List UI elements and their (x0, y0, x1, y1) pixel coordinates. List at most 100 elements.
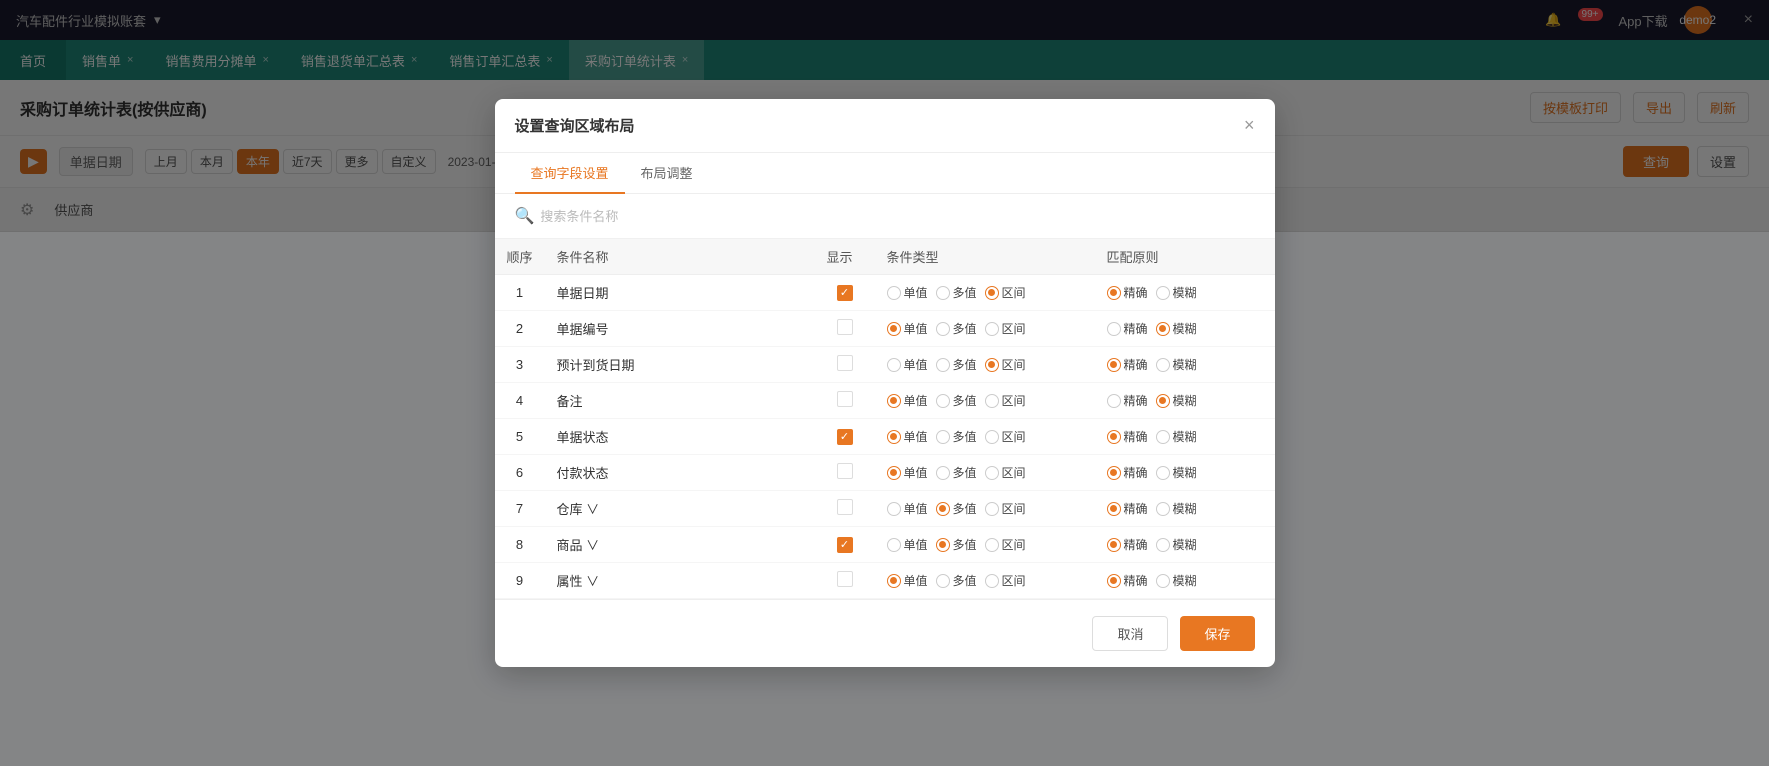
type-radio-区间[interactable]: 区间 (985, 500, 1026, 517)
match-radio-模糊[interactable]: 模糊 (1156, 428, 1197, 445)
type-radio-单值[interactable]: 单值 (887, 356, 928, 373)
radio-circle (1156, 538, 1170, 552)
type-radio-多值[interactable]: 多值 (936, 464, 977, 481)
radio-circle (936, 358, 950, 372)
row-display[interactable]: ✓ (815, 275, 875, 311)
modal-close-button[interactable]: × (1244, 115, 1255, 136)
col-header-name: 条件名称 (545, 239, 815, 275)
table-header-row: 顺序 条件名称 显示 条件类型 匹配原则 (495, 239, 1275, 275)
radio-circle (1107, 466, 1121, 480)
table-row: 3预计到货日期单值多值区间精确模糊 (495, 347, 1275, 383)
type-radio-多值[interactable]: 多值 (936, 392, 977, 409)
match-radio-精确[interactable]: 精确 (1107, 500, 1148, 517)
modal-tab-query[interactable]: 查询字段设置 (515, 153, 625, 194)
type-radio-区间[interactable]: 区间 (985, 536, 1026, 553)
match-radio-模糊[interactable]: 模糊 (1156, 464, 1197, 481)
modal-tabs: 查询字段设置 布局调整 (495, 153, 1275, 194)
type-radio-区间[interactable]: 区间 (985, 428, 1026, 445)
match-radio-模糊[interactable]: 模糊 (1156, 356, 1197, 373)
display-checkbox[interactable] (837, 463, 853, 479)
search-icon: 🔍 (515, 206, 535, 226)
type-radio-区间[interactable]: 区间 (985, 284, 1026, 301)
radio-circle (936, 466, 950, 480)
row-order: 2 (495, 311, 545, 347)
table-row: 4备注单值多值区间精确模糊 (495, 383, 1275, 419)
modal-overlay: 设置查询区域布局 × 查询字段设置 布局调整 🔍 顺序 (0, 0, 1769, 766)
col-header-match: 匹配原则 (1095, 239, 1275, 275)
row-display[interactable] (815, 491, 875, 527)
row-display[interactable] (815, 563, 875, 599)
match-radio-精确[interactable]: 精确 (1107, 392, 1148, 409)
type-radio-单值[interactable]: 单值 (887, 536, 928, 553)
type-radio-单值[interactable]: 单值 (887, 428, 928, 445)
match-radio-精确[interactable]: 精确 (1107, 284, 1148, 301)
row-display[interactable] (815, 347, 875, 383)
row-display[interactable] (815, 383, 875, 419)
row-order: 3 (495, 347, 545, 383)
row-display[interactable] (815, 455, 875, 491)
row-order: 6 (495, 455, 545, 491)
display-checkbox[interactable] (837, 571, 853, 587)
match-radio-模糊[interactable]: 模糊 (1156, 392, 1197, 409)
match-radio-模糊[interactable]: 模糊 (1156, 500, 1197, 517)
type-radio-区间[interactable]: 区间 (985, 572, 1026, 589)
type-radio-多值[interactable]: 多值 (936, 500, 977, 517)
row-order: 5 (495, 419, 545, 455)
type-radio-多值[interactable]: 多值 (936, 536, 977, 553)
row-match: 精确模糊 (1095, 419, 1275, 455)
display-checkbox[interactable] (837, 319, 853, 335)
modal-body: 顺序 条件名称 显示 条件类型 匹配原则 1单据日期✓单值多值区间精确模糊2单据… (495, 239, 1275, 599)
match-radio-精确[interactable]: 精确 (1107, 428, 1148, 445)
radio-circle (887, 358, 901, 372)
row-display[interactable] (815, 311, 875, 347)
type-radio-区间[interactable]: 区间 (985, 320, 1026, 337)
row-display[interactable]: ✓ (815, 527, 875, 563)
radio-circle (1107, 394, 1121, 408)
modal-tab-layout[interactable]: 布局调整 (625, 153, 709, 194)
radio-circle (985, 394, 999, 408)
type-radio-单值[interactable]: 单值 (887, 464, 928, 481)
type-radio-区间[interactable]: 区间 (985, 356, 1026, 373)
type-radio-单值[interactable]: 单值 (887, 572, 928, 589)
display-checkbox[interactable] (837, 391, 853, 407)
type-radio-单值[interactable]: 单值 (887, 320, 928, 337)
row-match: 精确模糊 (1095, 455, 1275, 491)
radio-circle (1156, 430, 1170, 444)
match-radio-模糊[interactable]: 模糊 (1156, 572, 1197, 589)
type-radio-区间[interactable]: 区间 (985, 392, 1026, 409)
row-name: 付款状态 (545, 455, 815, 491)
radio-circle (1156, 466, 1170, 480)
radio-circle (985, 286, 999, 300)
radio-circle (1107, 538, 1121, 552)
search-input[interactable] (540, 209, 740, 224)
display-checkbox[interactable]: ✓ (837, 429, 853, 445)
match-radio-精确[interactable]: 精确 (1107, 356, 1148, 373)
type-radio-区间[interactable]: 区间 (985, 464, 1026, 481)
radio-circle (887, 538, 901, 552)
radio-circle (985, 502, 999, 516)
display-checkbox[interactable] (837, 499, 853, 515)
display-checkbox[interactable]: ✓ (837, 537, 853, 553)
radio-circle (887, 574, 901, 588)
radio-circle (985, 358, 999, 372)
match-radio-精确[interactable]: 精确 (1107, 572, 1148, 589)
type-radio-单值[interactable]: 单值 (887, 284, 928, 301)
display-checkbox[interactable]: ✓ (837, 285, 853, 301)
save-button[interactable]: 保存 (1180, 616, 1254, 651)
match-radio-模糊[interactable]: 模糊 (1156, 536, 1197, 553)
row-display[interactable]: ✓ (815, 419, 875, 455)
type-radio-多值[interactable]: 多值 (936, 572, 977, 589)
match-radio-模糊[interactable]: 模糊 (1156, 284, 1197, 301)
match-radio-精确[interactable]: 精确 (1107, 320, 1148, 337)
match-radio-精确[interactable]: 精确 (1107, 464, 1148, 481)
display-checkbox[interactable] (837, 355, 853, 371)
type-radio-多值[interactable]: 多值 (936, 320, 977, 337)
type-radio-多值[interactable]: 多值 (936, 356, 977, 373)
match-radio-模糊[interactable]: 模糊 (1156, 320, 1197, 337)
cancel-button[interactable]: 取消 (1092, 616, 1168, 651)
type-radio-多值[interactable]: 多值 (936, 284, 977, 301)
match-radio-精确[interactable]: 精确 (1107, 536, 1148, 553)
type-radio-单值[interactable]: 单值 (887, 392, 928, 409)
type-radio-单值[interactable]: 单值 (887, 500, 928, 517)
type-radio-多值[interactable]: 多值 (936, 428, 977, 445)
